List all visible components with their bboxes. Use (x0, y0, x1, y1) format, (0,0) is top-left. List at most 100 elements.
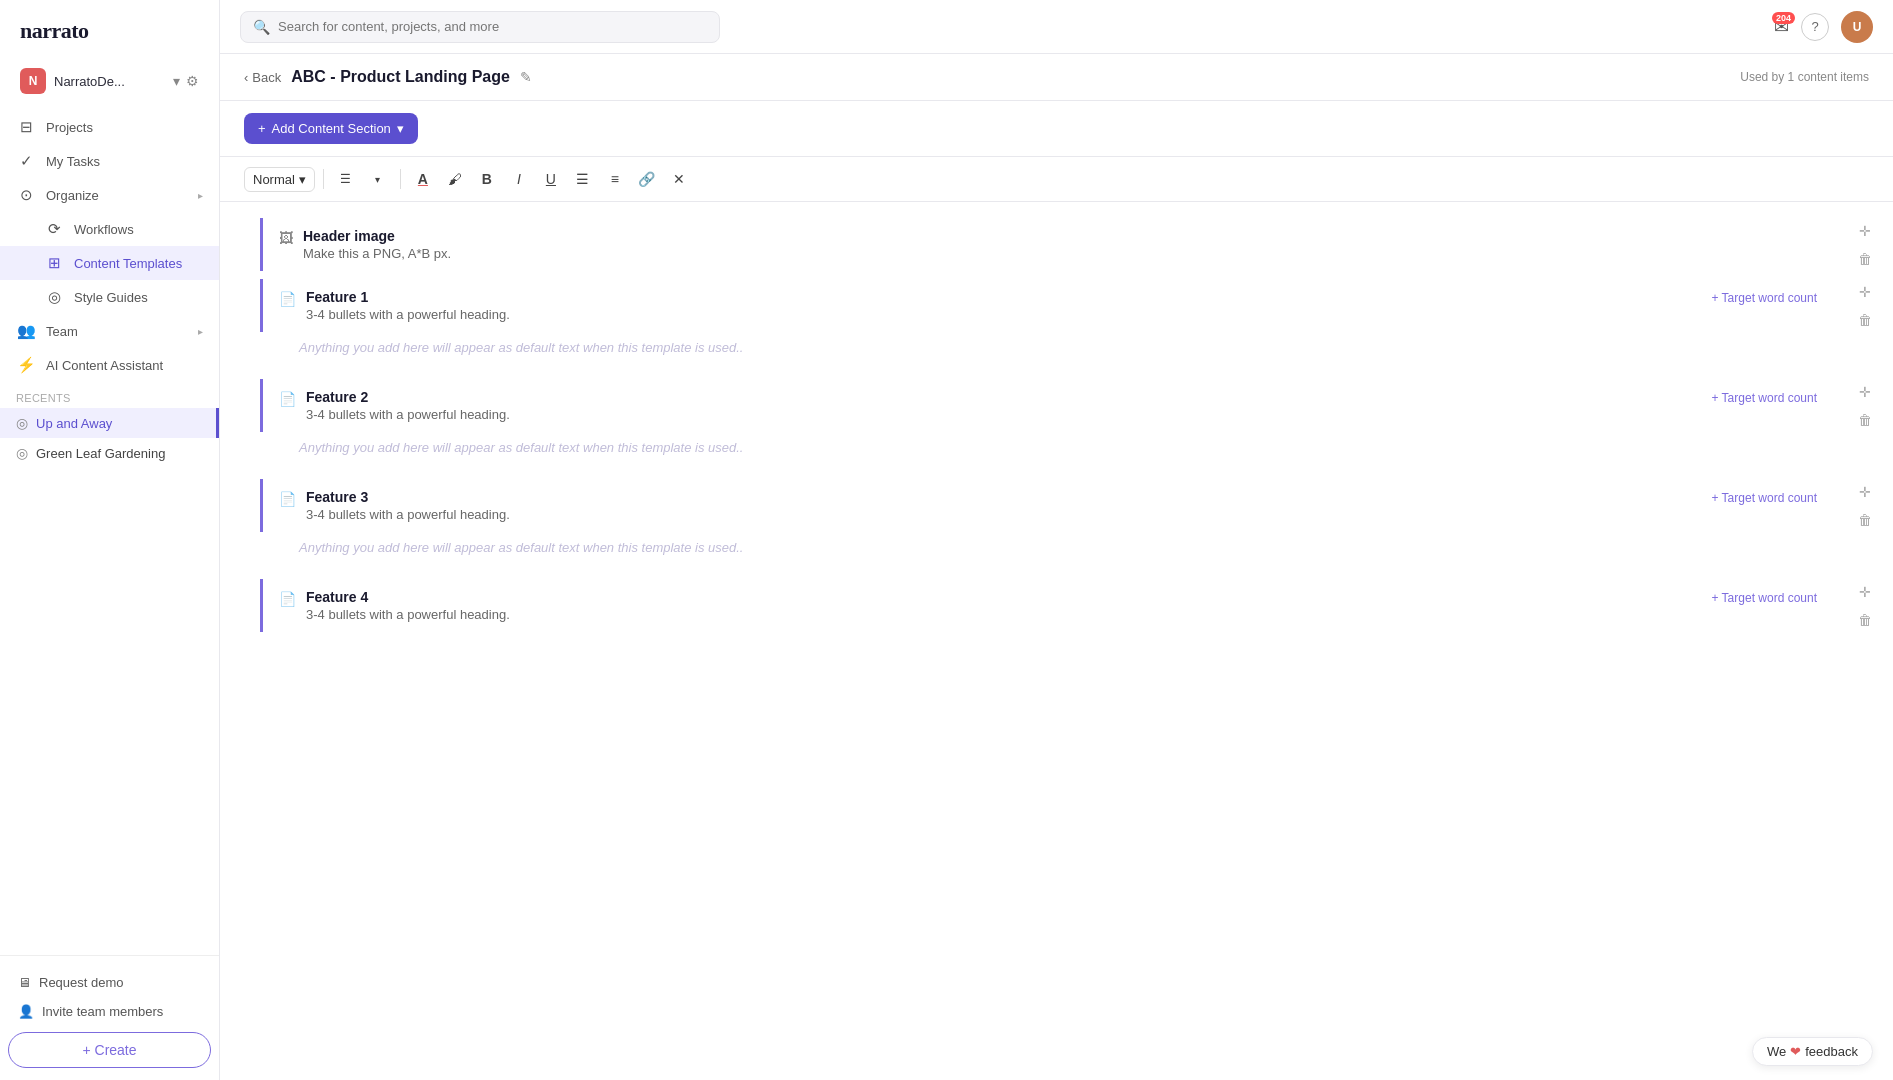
document-icon: 📄 (279, 591, 296, 607)
delete-section-button[interactable]: 🗑 (1853, 608, 1877, 632)
help-button[interactable]: ? (1801, 13, 1829, 41)
request-demo-item[interactable]: 🖥 Request demo (8, 968, 211, 997)
feedback-suffix-label: feedback (1805, 1044, 1858, 1059)
add-row-button[interactable]: ✛ (1853, 480, 1877, 504)
section-inner: 📄 Feature 1 3-4 bullets with a powerful … (260, 279, 1833, 332)
target-word-count-button[interactable]: + Target word count (1711, 289, 1817, 305)
format-select[interactable]: Normal ▾ (244, 167, 315, 192)
feedback-button[interactable]: We ❤ feedback (1752, 1037, 1873, 1066)
section-block-feature-2: 📄 Feature 2 3-4 bullets with a powerful … (260, 379, 1833, 463)
placeholder-text: Anything you add here will appear as def… (260, 432, 1833, 463)
organize-icon: ⊙ (16, 186, 36, 204)
add-content-section-button[interactable]: + Add Content Section ▾ (244, 113, 418, 144)
request-demo-label: Request demo (39, 975, 124, 990)
chevron-left-icon: ‹ (244, 70, 248, 85)
user-avatar[interactable]: U (1841, 11, 1873, 43)
recent-icon: ◎ (16, 415, 28, 431)
delete-section-button[interactable]: 🗑 (1853, 408, 1877, 432)
section-inner: 📄 Feature 3 3-4 bullets with a powerful … (260, 479, 1833, 532)
sidebar-item-organize[interactable]: ⊙ Organize ▸ (0, 178, 219, 212)
section-actions: ✛ 🗑 (1853, 480, 1877, 532)
target-word-count-button[interactable]: + Target word count (1711, 589, 1817, 605)
delete-section-button[interactable]: 🗑 (1853, 508, 1877, 532)
create-button[interactable]: + Create (8, 1032, 211, 1068)
edit-icon[interactable]: ✎ (520, 69, 532, 85)
section-subtitle: 3-4 bullets with a powerful heading. (306, 507, 1701, 522)
heart-icon: ❤ (1790, 1044, 1801, 1059)
target-word-count-button[interactable]: + Target word count (1711, 489, 1817, 505)
add-row-button[interactable]: ✛ (1853, 219, 1877, 243)
format-label: Normal (253, 172, 295, 187)
search-wrap[interactable]: 🔍 (240, 11, 720, 43)
image-icon: 🖼 (279, 230, 293, 246)
delete-section-button[interactable]: 🗑 (1853, 308, 1877, 332)
search-input[interactable] (278, 19, 707, 34)
section-subtitle: 3-4 bullets with a powerful heading. (306, 407, 1701, 422)
align-options-btn[interactable]: ▾ (364, 165, 392, 193)
sidebar-recent-up-and-away[interactable]: ◎ Up and Away (0, 408, 219, 438)
section-actions: ✛ 🗑 (1853, 219, 1877, 271)
sidebar-item-label: Style Guides (74, 290, 148, 305)
team-icon: 👥 (16, 322, 36, 340)
style-guides-icon: ◎ (44, 288, 64, 306)
sidebar-item-workflows[interactable]: ⟳ Workflows (0, 212, 219, 246)
back-label: Back (252, 70, 281, 85)
recents-label: Recents (0, 382, 219, 408)
dropdown-arrow-icon: ▾ (397, 121, 404, 136)
document-icon: 📄 (279, 291, 296, 307)
sidebar-nav: ⊟ Projects ✓ My Tasks ⊙ Organize ▸ ⟳ Wor… (0, 106, 219, 955)
sidebar-recent-green-leaf[interactable]: ◎ Green Leaf Gardening (0, 438, 219, 468)
sidebar-item-style-guides[interactable]: ◎ Style Guides (0, 280, 219, 314)
content-area: ‹ Back ABC - Product Landing Page ✎ Used… (220, 54, 1893, 1080)
section-content: Feature 2 3-4 bullets with a powerful he… (306, 389, 1701, 422)
toolbar-divider (400, 169, 401, 189)
sidebar-item-label: AI Content Assistant (46, 358, 163, 373)
notification-bell[interactable]: ✉ 204 (1774, 16, 1789, 38)
target-word-count-button[interactable]: + Target word count (1711, 389, 1817, 405)
link-btn[interactable]: 🔗 (633, 165, 661, 193)
add-row-button[interactable]: ✛ (1853, 280, 1877, 304)
section-block-header-image: 🖼 Header image Make this a PNG, A*B px. … (260, 218, 1833, 271)
numbered-list-btn[interactable]: ≡ (601, 165, 629, 193)
section-content: Header image Make this a PNG, A*B px. (303, 228, 1817, 261)
sidebar-item-content-templates[interactable]: ⊞ Content Templates (0, 246, 219, 280)
editor-toolbar: Normal ▾ ☰ ▾ A 🖌 B I U ☰ ≡ 🔗 ✕ (220, 157, 1893, 202)
back-button[interactable]: ‹ Back (244, 70, 281, 85)
topbar-right: ✉ 204 ? U (1774, 11, 1873, 43)
delete-section-button[interactable]: 🗑 (1853, 247, 1877, 271)
section-content: Feature 1 3-4 bullets with a powerful he… (306, 289, 1701, 322)
text-color-btn[interactable]: A (409, 165, 437, 193)
section-actions: ✛ 🗑 (1853, 580, 1877, 632)
clear-format-btn[interactable]: ✕ (665, 165, 693, 193)
sidebar-item-ai-assistant[interactable]: ⚡ AI Content Assistant (0, 348, 219, 382)
section-title: Feature 2 (306, 389, 1701, 405)
sidebar-item-label: Organize (46, 188, 99, 203)
sidebar-item-projects[interactable]: ⊟ Projects (0, 110, 219, 144)
main-area: 🔍 ✉ 204 ? U ‹ Back ABC - Product Landing… (220, 0, 1893, 1080)
section-title: Header image (303, 228, 1817, 244)
highlight-btn[interactable]: 🖌 (441, 165, 469, 193)
workspace-row[interactable]: N NarratoDe... ▾ ⚙ (8, 60, 211, 102)
section-inner: 📄 Feature 2 3-4 bullets with a powerful … (260, 379, 1833, 432)
content-templates-icon: ⊞ (44, 254, 64, 272)
sidebar: narrato N NarratoDe... ▾ ⚙ ⊟ Projects ✓ … (0, 0, 220, 1080)
align-left-btn[interactable]: ☰ (332, 165, 360, 193)
section-content: Feature 3 3-4 bullets with a powerful he… (306, 489, 1701, 522)
logo-area: narrato (0, 0, 219, 56)
app-logo: narrato (20, 18, 89, 44)
sidebar-item-label: Content Templates (74, 256, 182, 271)
underline-btn[interactable]: U (537, 165, 565, 193)
sidebar-item-team[interactable]: 👥 Team ▸ (0, 314, 219, 348)
sidebar-item-my-tasks[interactable]: ✓ My Tasks (0, 144, 219, 178)
section-title: Feature 3 (306, 489, 1701, 505)
chevron-right-icon: ▸ (198, 326, 203, 337)
add-row-button[interactable]: ✛ (1853, 380, 1877, 404)
section-title: Feature 1 (306, 289, 1701, 305)
settings-icon[interactable]: ⚙ (186, 73, 199, 89)
bullet-list-btn[interactable]: ☰ (569, 165, 597, 193)
invite-team-item[interactable]: 👤 Invite team members (8, 997, 211, 1026)
italic-btn[interactable]: I (505, 165, 533, 193)
bold-btn[interactable]: B (473, 165, 501, 193)
used-by-label: Used by 1 content items (1740, 70, 1869, 84)
add-row-button[interactable]: ✛ (1853, 580, 1877, 604)
